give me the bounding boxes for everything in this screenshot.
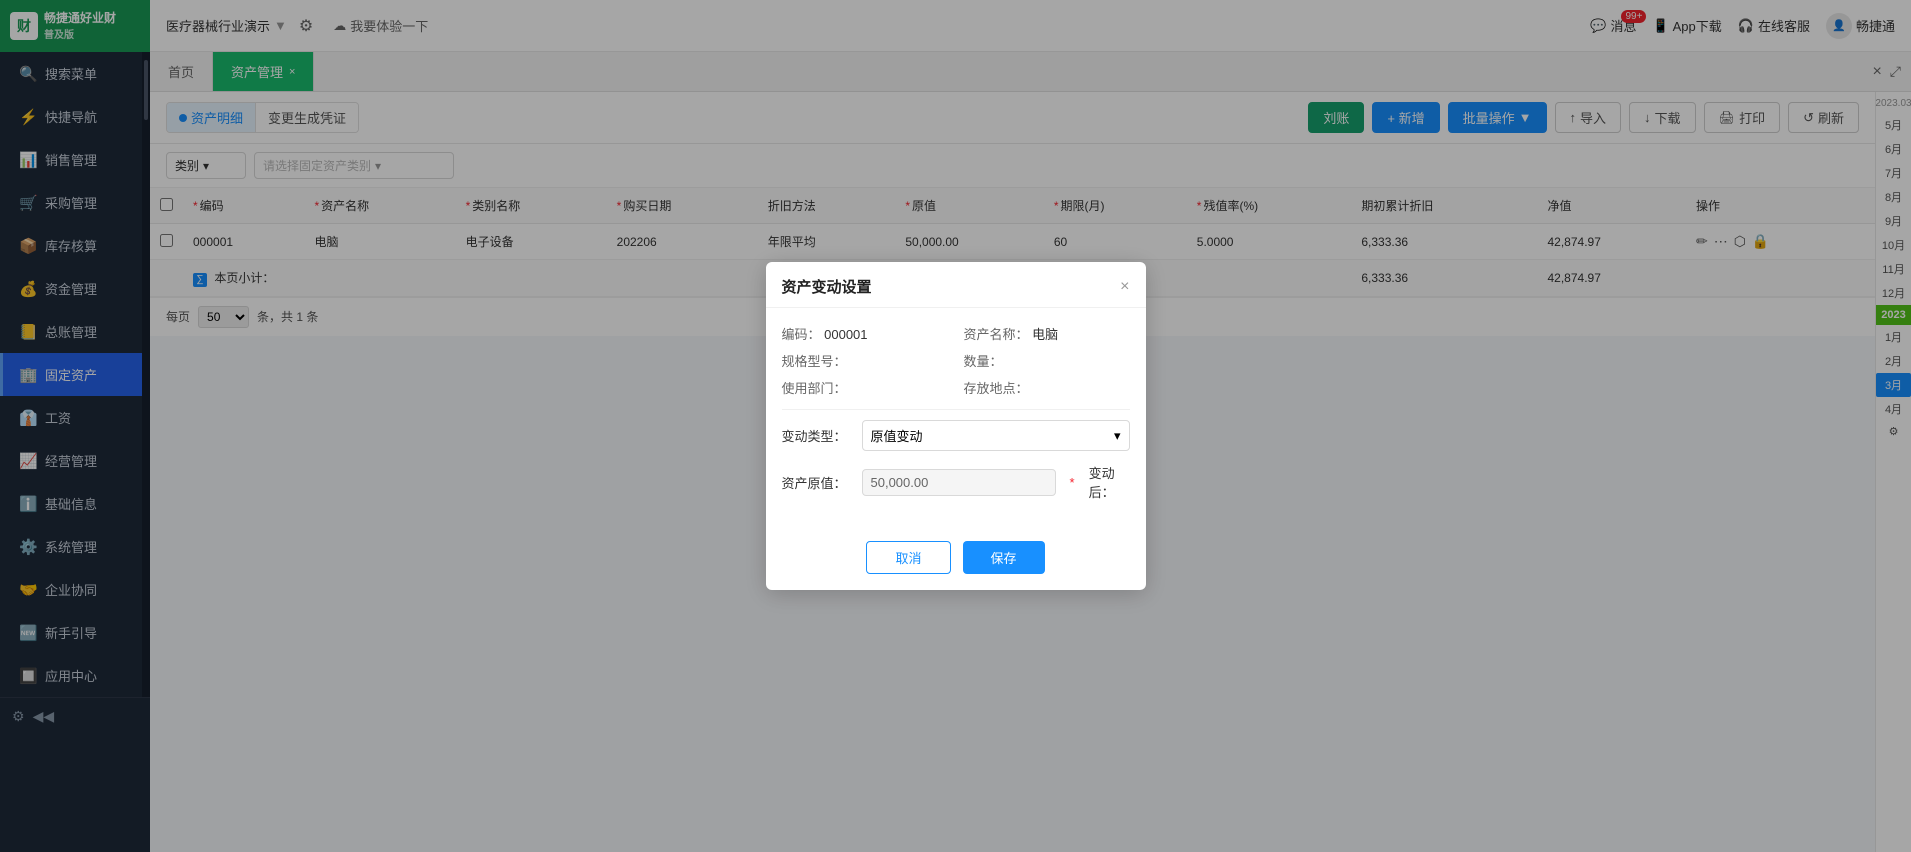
modal-asset-name-value: 电脑 — [1032, 327, 1058, 342]
modal-code-value: 000001 — [824, 327, 867, 342]
modal-department-label: 使用部门： — [782, 381, 847, 396]
modal-title: 资产变动设置 — [782, 276, 872, 297]
asset-original-input — [862, 469, 1056, 496]
modal-storage-item: 存放地点： — [964, 378, 1130, 397]
after-change-label: 变动后： — [1089, 463, 1139, 501]
asset-change-modal: 资产变动设置 × 编码： 000001 资产名称： 电脑 规格型号： 数量： — [766, 262, 1146, 590]
change-type-value: 原值变动 — [871, 426, 923, 445]
change-type-select[interactable]: 原值变动 ▾ — [862, 420, 1130, 451]
modal-quantity-label: 数量： — [964, 354, 1003, 369]
asset-original-row: 资产原值： * 变动后： — [782, 463, 1130, 501]
modal-asset-name-item: 资产名称： 电脑 — [964, 324, 1130, 343]
modal-spec-label: 规格型号： — [782, 354, 847, 369]
modal-storage-label: 存放地点： — [964, 381, 1029, 396]
change-type-row: 变动类型： 原值变动 ▾ — [782, 420, 1130, 451]
save-label: 保存 — [991, 551, 1017, 566]
change-type-chevron-icon: ▾ — [1114, 428, 1121, 444]
modal-close-button[interactable]: × — [1120, 278, 1129, 296]
modal-spec-item: 规格型号： — [782, 351, 948, 370]
modal-info-grid: 编码： 000001 资产名称： 电脑 规格型号： 数量： 使用部门： — [782, 324, 1130, 397]
cancel-button[interactable]: 取消 — [866, 541, 950, 574]
change-type-label: 变动类型： — [782, 426, 854, 445]
modal-overlay: 资产变动设置 × 编码： 000001 资产名称： 电脑 规格型号： 数量： — [0, 0, 1911, 852]
required-star: * — [1070, 475, 1075, 490]
modal-footer: 取消 保存 — [766, 529, 1146, 590]
modal-header: 资产变动设置 × — [766, 262, 1146, 308]
modal-code-label: 编码： — [782, 327, 821, 342]
modal-department-item: 使用部门： — [782, 378, 948, 397]
modal-code-item: 编码： 000001 — [782, 324, 948, 343]
cancel-label: 取消 — [895, 551, 921, 566]
save-button[interactable]: 保存 — [963, 541, 1045, 574]
asset-original-label: 资产原值： — [782, 473, 854, 492]
modal-body: 编码： 000001 资产名称： 电脑 规格型号： 数量： 使用部门： — [766, 308, 1146, 529]
modal-divider — [782, 409, 1130, 410]
modal-asset-name-label: 资产名称： — [964, 327, 1029, 342]
modal-quantity-item: 数量： — [964, 351, 1130, 370]
